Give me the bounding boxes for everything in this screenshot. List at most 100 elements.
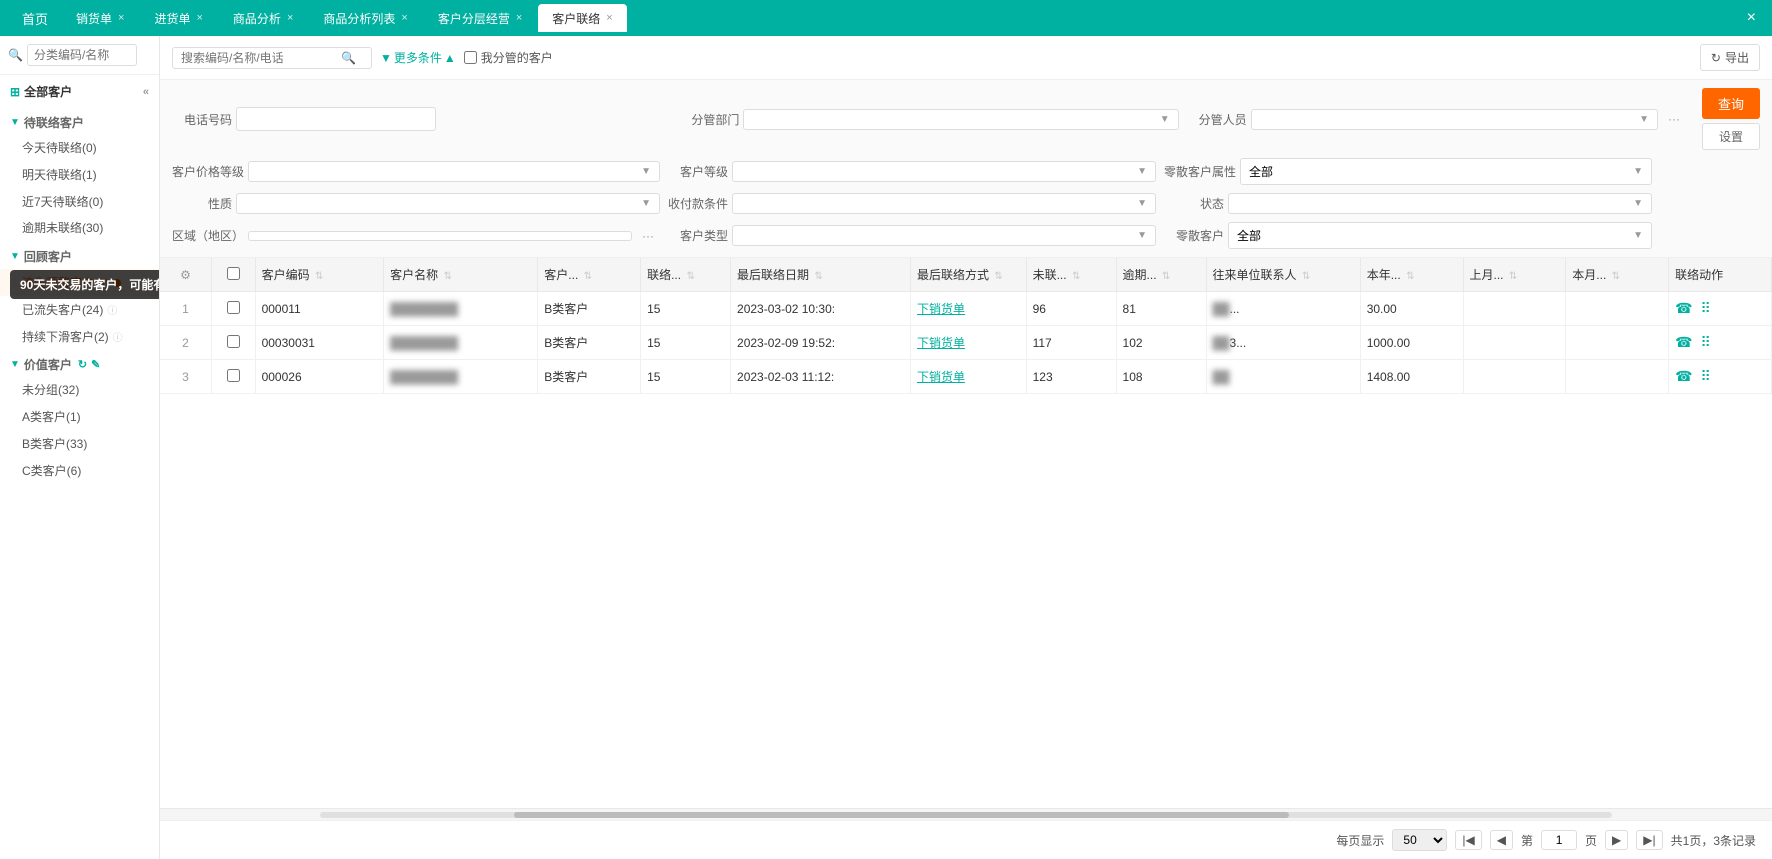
chevron-down-icon2: ▼ xyxy=(1639,114,1649,125)
tab-home[interactable]: 首页 xyxy=(8,9,62,28)
tab-sales-close[interactable]: × xyxy=(118,12,124,24)
nature-select[interactable]: ▼ xyxy=(236,193,660,214)
col-header-uncontact[interactable]: 未联... ⇅ xyxy=(1026,258,1116,292)
col-header-code[interactable]: 客户编码 ⇅ xyxy=(255,258,384,292)
sidebar-search-input[interactable] xyxy=(27,44,137,66)
price-level-label: 客户价格等级 xyxy=(172,163,244,180)
phone-input[interactable] xyxy=(236,107,436,131)
more-icon-0[interactable]: ⠿ xyxy=(1701,300,1711,317)
tab-customer-tier[interactable]: 客户分层经营 × xyxy=(424,4,536,32)
scrollbar-thumb[interactable] xyxy=(514,812,1289,818)
col-header-name[interactable]: 客户名称 ⇅ xyxy=(384,258,538,292)
row-last-method-0[interactable]: 下销货单 xyxy=(910,292,1026,326)
sidebar-section-value[interactable]: ▼ 价值客户 ↻ ✎ xyxy=(0,350,159,377)
contact-icon-1[interactable]: ☎ xyxy=(1675,334,1692,351)
price-level-select[interactable]: ▼ xyxy=(248,161,660,182)
department-select[interactable]: ▼ xyxy=(743,109,1178,130)
toolbar-search-button[interactable]: 🔍 xyxy=(341,51,356,65)
per-page-select[interactable]: 50 100 xyxy=(1392,829,1447,851)
col-header-type[interactable]: 客户... ⇅ xyxy=(538,258,641,292)
refresh-icon[interactable]: ↻ xyxy=(78,358,87,371)
sidebar-item-c-class[interactable]: C类客户(6) xyxy=(0,458,159,485)
col-header-this-year[interactable]: 本年... ⇅ xyxy=(1360,258,1463,292)
horizontal-scrollbar[interactable] xyxy=(160,808,1772,820)
sort-icon-last-month: ⇅ xyxy=(1509,271,1517,282)
tab-customer-contact[interactable]: 客户联络 × xyxy=(538,4,626,32)
sidebar-section-review[interactable]: ▼ 回顾客户 90天未交易的客户，可能有流失风险。 xyxy=(0,242,159,269)
contact-icon-0[interactable]: ☎ xyxy=(1675,300,1692,317)
tab-product-list-close[interactable]: × xyxy=(401,12,407,24)
more-conditions-btn[interactable]: ▼ 更多条件 ▲ xyxy=(380,49,456,66)
sidebar-item-tomorrow[interactable]: 明天待联络(1) xyxy=(0,162,159,189)
department-label: 分管部门 xyxy=(679,111,739,128)
customer-level-select[interactable]: ▼ xyxy=(732,161,1156,182)
sidebar-all-customers[interactable]: ⊞ 全部客户 « xyxy=(0,75,159,108)
edit-icon[interactable]: ✎ xyxy=(91,358,100,371)
sidebar-item-b-class[interactable]: B类客户(33) xyxy=(0,431,159,458)
col-header-last-method[interactable]: 最后联络方式 ⇅ xyxy=(910,258,1026,292)
tab-product-list[interactable]: 商品分析列表 × xyxy=(309,4,421,32)
toolbar-search-input[interactable] xyxy=(181,51,341,65)
table-settings-icon[interactable]: ⚙ xyxy=(160,258,211,292)
row-uncontact-0: 96 xyxy=(1026,292,1116,326)
row-last-month-2 xyxy=(1463,360,1566,394)
col-header-contact-person[interactable]: 往来单位联系人 ⇅ xyxy=(1206,258,1360,292)
sidebar-collapse-btn[interactable]: « xyxy=(143,86,149,98)
tab-product-analysis-close[interactable]: × xyxy=(287,12,293,24)
select-all-checkbox[interactable] xyxy=(227,267,240,280)
row-action-2: ☎ ⠿ xyxy=(1669,360,1772,394)
sidebar-item-declining[interactable]: 持续下滑客户(2) ⓘ xyxy=(0,323,159,350)
settings-button[interactable]: 设置 xyxy=(1702,123,1760,150)
sidebar-item-7days[interactable]: 近7天待联络(0) xyxy=(0,189,159,216)
person-select[interactable]: ▼ xyxy=(1251,109,1658,130)
pagination-first-btn[interactable]: |◀ xyxy=(1455,830,1481,850)
tab-customer-tier-close[interactable]: × xyxy=(516,12,522,24)
col-header-last-date[interactable]: 最后联络日期 ⇅ xyxy=(731,258,911,292)
col-header-last-month[interactable]: 上月... ⇅ xyxy=(1463,258,1566,292)
export-button[interactable]: ↻ 导出 xyxy=(1700,44,1760,71)
row-checkbox-1[interactable] xyxy=(211,326,255,360)
region-more-icon[interactable]: ··· xyxy=(636,227,660,245)
chevron-down-icon3: ▼ xyxy=(641,166,651,177)
sidebar-item-churned[interactable]: 已流失客户(24) ⓘ xyxy=(0,296,159,323)
page-input[interactable] xyxy=(1541,830,1577,850)
sidebar-item-a-class[interactable]: A类客户(1) xyxy=(0,404,159,431)
sidebar-item-today[interactable]: 今天待联络(0) xyxy=(0,135,159,162)
window-close-icon[interactable]: × xyxy=(1739,9,1764,27)
query-button[interactable]: 查询 xyxy=(1702,88,1760,119)
row-checkbox-2[interactable] xyxy=(211,360,255,394)
tab-sales[interactable]: 销货单 × xyxy=(62,4,138,32)
row-checkbox-0[interactable] xyxy=(211,292,255,326)
data-table: ⚙ 客户编码 ⇅ 客户名称 ⇅ 客户... xyxy=(160,258,1772,394)
pagination-next-btn[interactable]: ▶ xyxy=(1605,830,1628,850)
sidebar-item-ungrouped[interactable]: 未分组(32) xyxy=(0,377,159,404)
tab-customer-contact-close[interactable]: × xyxy=(606,12,612,24)
col-header-overdue[interactable]: 逾期... ⇅ xyxy=(1116,258,1206,292)
payment-select[interactable]: ▼ xyxy=(732,193,1156,214)
tab-purchase[interactable]: 进货单 × xyxy=(140,4,216,32)
contact-icon-2[interactable]: ☎ xyxy=(1675,368,1692,385)
more-icon-2[interactable]: ⠿ xyxy=(1701,368,1711,385)
tab-product-analysis[interactable]: 商品分析 × xyxy=(219,4,307,32)
row-last-method-1[interactable]: 下销货单 xyxy=(910,326,1026,360)
sidebar-section-pending[interactable]: ▼ 待联络客户 xyxy=(0,108,159,135)
row-last-method-2[interactable]: 下销货单 xyxy=(910,360,1026,394)
region-select[interactable] xyxy=(248,231,632,241)
customer-type-select[interactable]: ▼ xyxy=(732,225,1156,246)
retail-attr-select[interactable]: 全部 ▼ xyxy=(1240,158,1652,185)
person-label: 分管人员 xyxy=(1187,111,1247,128)
more-icon-1[interactable]: ⠿ xyxy=(1701,334,1711,351)
col-header-contact[interactable]: 联络... ⇅ xyxy=(641,258,731,292)
retail-select[interactable]: 全部 ▼ xyxy=(1228,222,1652,249)
row-overdue-2: 108 xyxy=(1116,360,1206,394)
col-header-this-month[interactable]: 本月... ⇅ xyxy=(1566,258,1669,292)
pagination-last-btn[interactable]: ▶| xyxy=(1636,830,1662,850)
pagination-prev-btn[interactable]: ◀ xyxy=(1490,830,1513,850)
status-select[interactable]: ▼ xyxy=(1228,193,1652,214)
person-more-icon[interactable]: ··· xyxy=(1662,110,1686,128)
sidebar-item-churn-warning[interactable]: 流失预警客户(3) xyxy=(0,269,159,296)
sidebar-item-overdue[interactable]: 逾期未联络(30) xyxy=(0,215,159,242)
my-customers-checkbox[interactable] xyxy=(464,51,477,64)
chevron-down-icon6: ▼ xyxy=(641,198,651,209)
tab-purchase-close[interactable]: × xyxy=(196,12,202,24)
